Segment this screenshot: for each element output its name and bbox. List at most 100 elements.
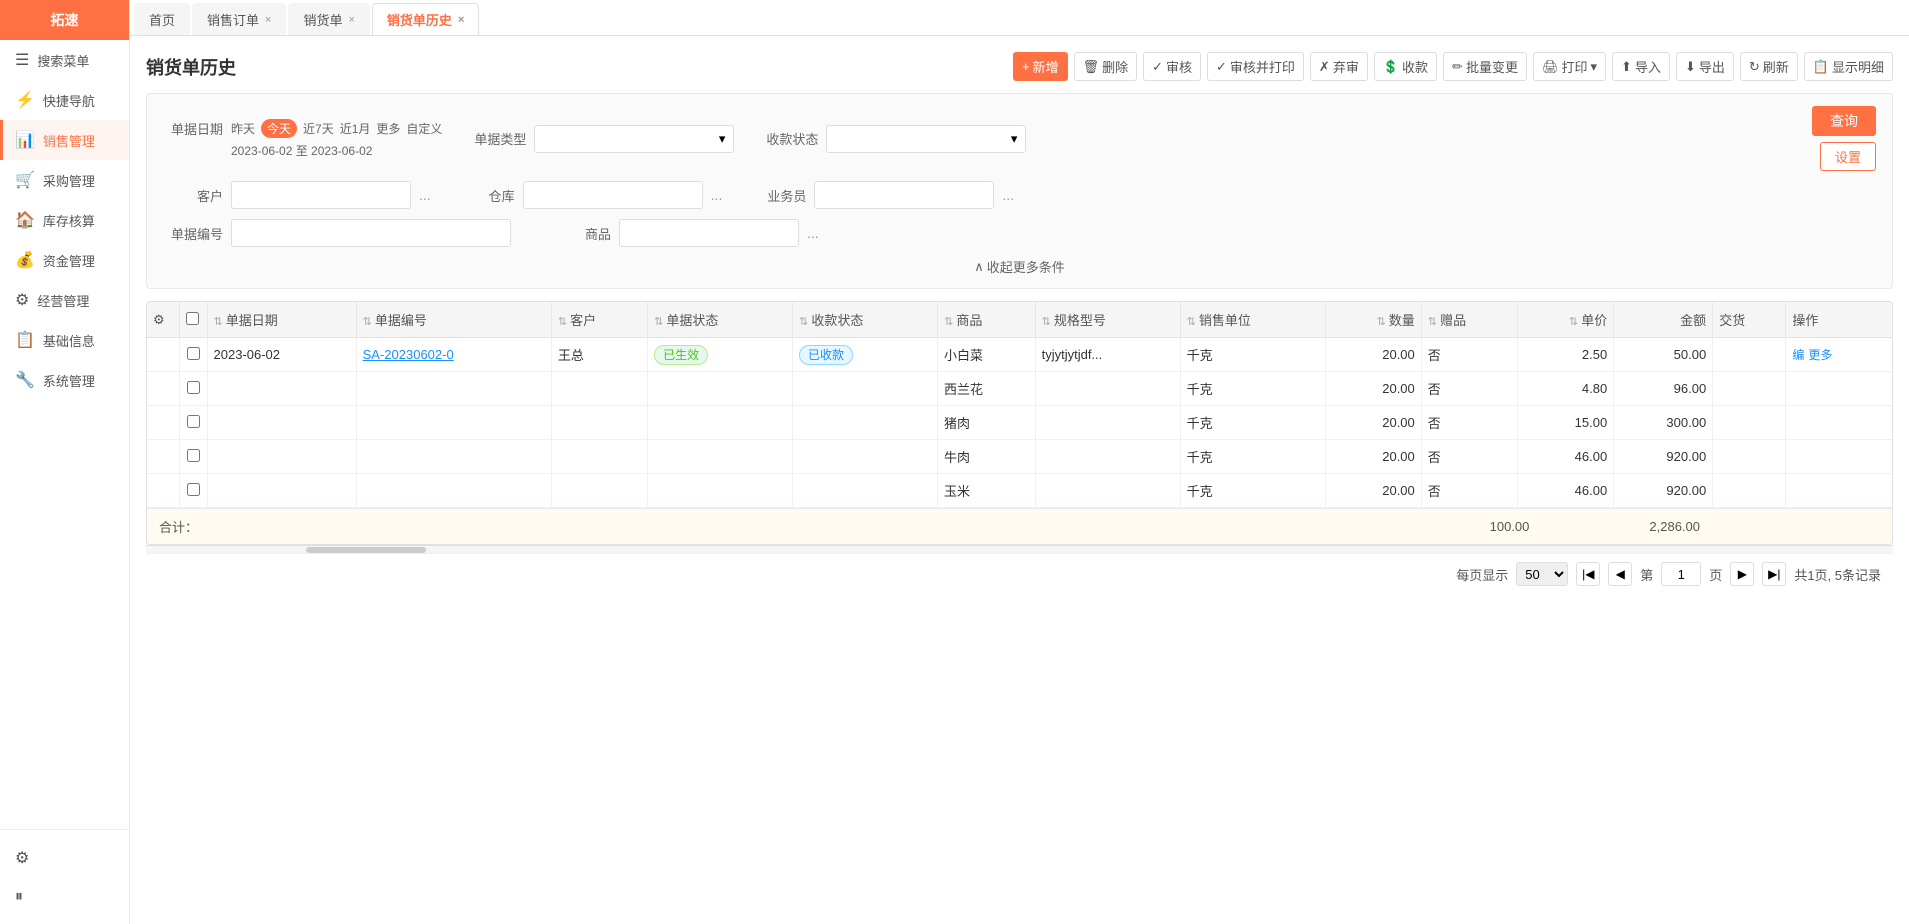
col-checkbox[interactable] bbox=[179, 302, 207, 338]
col-gift[interactable]: 赠品 bbox=[1421, 302, 1517, 338]
sort-payment-status[interactable] bbox=[799, 313, 811, 328]
batch-change-button[interactable]: ✏ 批量变更 bbox=[1443, 52, 1527, 81]
col-payment-status[interactable]: 收款状态 bbox=[793, 302, 938, 338]
row-checkbox-cell[interactable] bbox=[179, 338, 207, 372]
tab-sales-order[interactable]: 销售订单 × bbox=[192, 3, 286, 35]
date-tab-today[interactable]: 今天 bbox=[261, 119, 297, 138]
sort-gift[interactable] bbox=[1428, 313, 1440, 328]
sort-product[interactable] bbox=[944, 313, 956, 328]
product-dots[interactable]: ... bbox=[807, 225, 819, 241]
sort-doc-number[interactable] bbox=[363, 313, 375, 328]
more-action-btn[interactable]: 更多 bbox=[1808, 348, 1832, 362]
col-unit-price[interactable]: 单价 bbox=[1518, 302, 1614, 338]
refresh-button[interactable]: ↻ 刷新 bbox=[1740, 52, 1798, 81]
import-button[interactable]: ⬆ 导入 bbox=[1612, 52, 1670, 81]
export-button[interactable]: ⬇ 导出 bbox=[1676, 52, 1734, 81]
row-checkbox[interactable] bbox=[187, 415, 200, 428]
page-number-input[interactable] bbox=[1661, 562, 1701, 586]
sidebar-item-inventory[interactable]: 🏠 库存核算 bbox=[0, 200, 129, 240]
sort-doc-date[interactable] bbox=[214, 313, 226, 328]
row-checkbox[interactable] bbox=[187, 449, 200, 462]
abandon-button[interactable]: ✗ 弃审 bbox=[1310, 52, 1368, 81]
sidebar-item-basic-info[interactable]: 📋 基础信息 bbox=[0, 320, 129, 360]
tab-sales-goods-close[interactable]: × bbox=[348, 14, 354, 26]
col-spec-type[interactable]: 规格型号 bbox=[1035, 302, 1180, 338]
select-all-checkbox[interactable] bbox=[186, 312, 199, 325]
tab-home[interactable]: 首页 bbox=[134, 3, 190, 35]
sidebar-item-operations-mgmt[interactable]: ⚙ 经营管理 bbox=[0, 280, 129, 320]
last-page-btn[interactable]: ▶| bbox=[1762, 562, 1786, 586]
tab-sales-goods[interactable]: 销货单 × bbox=[288, 3, 369, 35]
row-doc-number bbox=[356, 474, 551, 508]
sidebar-pause-btn[interactable]: ⏸ bbox=[0, 878, 129, 916]
tab-sales-order-close[interactable]: × bbox=[265, 14, 271, 26]
delete-button[interactable]: 🗑 删除 bbox=[1074, 52, 1138, 81]
warehouse-input[interactable] bbox=[523, 181, 703, 209]
doc-type-select[interactable]: ▾ bbox=[534, 125, 734, 153]
sort-customer[interactable] bbox=[558, 313, 570, 328]
row-checkbox-cell[interactable] bbox=[179, 474, 207, 508]
date-tab-yesterday[interactable]: 昨天 bbox=[231, 120, 255, 137]
sort-doc-status[interactable] bbox=[654, 313, 666, 328]
sidebar-item-sales-mgmt[interactable]: 📊 销售管理 bbox=[0, 120, 129, 160]
setup-button[interactable]: 设置 bbox=[1820, 142, 1876, 171]
payment-status-select[interactable]: ▾ bbox=[826, 125, 1026, 153]
table-row: 西兰花 千克 20.00 否 4.80 96.00 bbox=[147, 372, 1892, 406]
row-checkbox-cell[interactable] bbox=[179, 406, 207, 440]
col-customer[interactable]: 客户 bbox=[551, 302, 647, 338]
customer-dots[interactable]: ... bbox=[419, 187, 431, 203]
product-input[interactable] bbox=[619, 219, 799, 247]
show-detail-button[interactable]: 📋 显示明细 bbox=[1804, 52, 1893, 81]
sort-spec-type[interactable] bbox=[1042, 313, 1054, 328]
col-quantity[interactable]: 数量 bbox=[1325, 302, 1421, 338]
new-button[interactable]: + 新增 bbox=[1013, 52, 1068, 81]
sort-quantity[interactable] bbox=[1376, 313, 1388, 328]
system-mgmt-icon: 🔧 bbox=[15, 370, 35, 390]
col-amount[interactable]: 金额 bbox=[1614, 302, 1713, 338]
col-sales-unit[interactable]: 销售单位 bbox=[1180, 302, 1325, 338]
edit-action-btn[interactable]: 编 bbox=[1792, 348, 1804, 362]
sort-sales-unit[interactable] bbox=[1187, 313, 1199, 328]
sidebar-item-finance-mgmt[interactable]: 💰 资金管理 bbox=[0, 240, 129, 280]
customer-input[interactable] bbox=[231, 181, 411, 209]
prev-page-btn[interactable]: ◀ bbox=[1608, 562, 1632, 586]
col-doc-status[interactable]: 单据状态 bbox=[648, 302, 793, 338]
row-checkbox-cell[interactable] bbox=[179, 440, 207, 474]
date-tab-more[interactable]: 更多 bbox=[376, 120, 400, 137]
date-tab-7days[interactable]: 近7天 bbox=[303, 120, 334, 137]
audit-print-button[interactable]: ✓ 审核并打印 bbox=[1207, 52, 1304, 81]
sidebar-item-purchase-mgmt[interactable]: 🛒 采购管理 bbox=[0, 160, 129, 200]
scrollbar-thumb[interactable] bbox=[306, 547, 426, 553]
staff-dots[interactable]: ... bbox=[1002, 187, 1014, 203]
col-product[interactable]: 商品 bbox=[938, 302, 1036, 338]
tab-sales-history-close[interactable]: × bbox=[458, 14, 464, 26]
collapse-btn[interactable]: ∧ 收起更多条件 bbox=[974, 257, 1065, 276]
col-doc-number[interactable]: 单据编号 bbox=[356, 302, 551, 338]
per-page-select[interactable]: 50 100 200 bbox=[1516, 562, 1568, 586]
row-checkbox-cell[interactable] bbox=[179, 372, 207, 406]
row-checkbox[interactable] bbox=[187, 381, 200, 394]
col-doc-date[interactable]: 单据日期 bbox=[207, 302, 356, 338]
first-page-btn[interactable]: |◀ bbox=[1576, 562, 1600, 586]
audit-button[interactable]: ✓ 审核 bbox=[1143, 52, 1201, 81]
date-tab-custom[interactable]: 自定义 bbox=[406, 120, 442, 137]
doc-number-input[interactable] bbox=[231, 219, 511, 247]
sidebar-settings-btn[interactable]: ⚙ bbox=[0, 838, 129, 878]
row-checkbox[interactable] bbox=[187, 347, 200, 360]
next-page-btn[interactable]: ▶ bbox=[1730, 562, 1754, 586]
doc-number-link[interactable]: SA-20230602-0 bbox=[363, 347, 454, 362]
query-button[interactable]: 查询 bbox=[1812, 106, 1876, 136]
sort-unit-price[interactable] bbox=[1569, 313, 1581, 328]
row-checkbox[interactable] bbox=[187, 483, 200, 496]
staff-input[interactable] bbox=[814, 181, 994, 209]
sidebar-item-quick-nav[interactable]: ⚡ 快捷导航 bbox=[0, 80, 129, 120]
tab-sales-history[interactable]: 销货单历史 × bbox=[372, 3, 479, 35]
sidebar-item-system-mgmt[interactable]: 🔧 系统管理 bbox=[0, 360, 129, 400]
warehouse-dots[interactable]: ... bbox=[711, 187, 723, 203]
col-settings[interactable]: ⚙ bbox=[147, 302, 179, 338]
sidebar-item-search-menu[interactable]: ☰ 搜索菜单 bbox=[0, 40, 129, 80]
date-tab-1month[interactable]: 近1月 bbox=[340, 120, 371, 137]
print-button[interactable]: 🖨 打印 ▾ bbox=[1533, 52, 1606, 81]
horizontal-scrollbar[interactable] bbox=[146, 545, 1893, 553]
collect-button[interactable]: 💲 收款 bbox=[1374, 52, 1437, 81]
